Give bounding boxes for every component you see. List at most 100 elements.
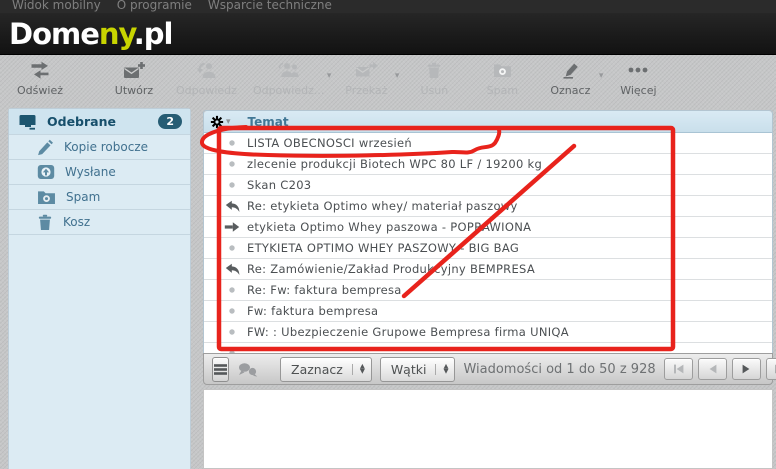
list-toolbar: Zaznacz ▲ ▼ Wątki ▲ ▼ Wiadomości od 1 do 5… [203,353,776,385]
replied-icon [224,263,240,276]
logo-part-1: Dome [9,17,100,51]
forward-button[interactable]: ▾ Przekaż [332,55,400,97]
select-zaznacz[interactable]: Zaznacz ▲ ▼ [280,356,372,382]
message-subject: Re: Zamówienie/Zakład Produkcyjny BEMPRE… [247,262,536,276]
trash-icon [426,59,442,81]
unread-dot-icon [224,243,240,253]
folder-label: Kosz [63,215,91,229]
message-row[interactable]: LISTA OBECNOSCI wrzesień [204,133,772,154]
gear-icon [210,115,224,129]
reply-all-icon [278,59,300,81]
folder-inbox[interactable]: Odebrane 2 [9,109,190,135]
link-wsparcie-techniczne[interactable]: Wsparcie techniczne [208,0,332,12]
inbox-icon [18,114,37,130]
more-dots-icon [627,59,649,81]
reply-person-icon [196,59,216,81]
unread-dot-icon [224,327,240,337]
message-row[interactable]: ETYKIETA OPTIMO WHEY PASZOWY - BIG BAG [204,238,772,259]
updown-arrows-icon: ▲ ▼ [435,363,448,375]
pagination [663,358,776,380]
refresh-button[interactable]: ▾ Odśwież [6,55,74,97]
link-o-programie[interactable]: O programie [117,0,192,12]
preview-pane [203,389,773,469]
select-watki[interactable]: Wątki ▲ ▼ [379,356,456,382]
sent-icon [37,164,55,180]
folder-spam[interactable]: Spam [9,185,190,210]
message-subject: LISTA OBECNOSCI wrzesień [247,136,413,150]
link-widok-mobilny[interactable]: Widok mobilny [12,0,101,12]
reply-button[interactable]: ▾ Odpowiedz [168,55,245,97]
unread-dot-icon [224,306,240,316]
select-label: Wątki [390,361,427,377]
marker-icon [561,59,580,81]
column-header-subject[interactable]: Temat [248,115,289,129]
updown-arrows-icon: ▲ ▼ [351,363,365,375]
spam-folder-icon [37,189,56,205]
message-list-header: ▾ Temat [204,111,772,133]
message-subject: zlecenie produkcji Biotech WPC 80 LF / 1… [247,157,543,171]
message-subject: Re: Fw: faktura bempresa [247,283,402,297]
message-row[interactable]: etykieta Optimo Whey paszowa - POPRAWION… [204,217,772,238]
delete-button[interactable]: ▾ Usuń [400,55,468,97]
spam-folder-icon [493,59,512,81]
domeny-pl-logo[interactable]: Domeny.pl [9,16,173,52]
select-group: Zaznacz ▲ ▼ Wątki ▲ ▼ [272,356,456,382]
message-count-status: Wiadomości od 1 do 50 z 928 [463,361,656,377]
toolbar-button-label: Spam [486,84,519,97]
message-subject: ETYKIETA OPTIMO WHEY PASZOWY - BIG BAG [247,241,520,255]
folder-drafts[interactable]: Kopie robocze [9,135,190,160]
compose-icon [123,59,146,81]
unread-badge: 2 [158,114,182,129]
message-row[interactable]: Skan C203 [204,175,772,196]
toolbar-button-label: Więcej [620,84,657,97]
message-rows: LISTA OBECNOSCI wrzesień zlecenie produk… [204,133,772,354]
mark-button[interactable]: ▾ Oznacz [536,55,604,97]
toolbar-button-label: Odśwież [17,84,63,97]
message-subject: etykieta Optimo Whey paszowa - POPRAWION… [247,220,532,234]
message-row[interactable]: zlecenie produkcji Biotech WPC 80 LF / 1… [204,154,772,175]
message-subject: Re: etykieta Optimo whey/ materiał paszo… [247,199,518,213]
page-first-button[interactable] [663,358,693,380]
chevron-down-icon: ▾ [326,71,332,81]
folder-trash[interactable]: Kosz [9,210,190,235]
threads-icon [237,362,258,377]
logo-bar: Domeny.pl [0,13,776,55]
reply-all-button[interactable]: ▾ Odpowiedz... [245,55,332,97]
threads-toggle[interactable] [237,362,258,377]
compose-button[interactable]: ▾ Utwórz [100,55,168,97]
folder-label: Spam [66,190,101,204]
forwarded-icon [224,221,240,233]
folder-sent[interactable]: Wysłane [9,160,190,185]
toolbar-button-label: Usuń [420,84,449,97]
message-row[interactable]: Re: etykieta Optimo whey/ materiał paszo… [204,196,772,217]
list-view-button[interactable] [212,356,229,382]
unread-dot-icon [224,180,240,190]
spam-button[interactable]: ▾ Spam [468,55,536,97]
message-subject: Skan C203 [247,178,312,192]
folder-label: Odebrane [47,114,116,129]
forward-mail-icon [355,59,378,81]
message-row[interactable]: FW: : Ubezpieczenie Grupowe Bempresa fir… [204,322,772,343]
refresh-icon [29,59,51,81]
replied-icon [224,200,240,213]
more-button[interactable]: ▾ Więcej [604,55,672,97]
topbar: Widok mobilny O programie Wsparcie techn… [0,0,776,13]
message-row[interactable]: Fw: faktura bempresa [204,301,772,322]
message-row[interactable]: Re: Fw: faktura bempresa [204,280,772,301]
page-prev-button[interactable] [697,358,727,380]
list-options-button[interactable]: ▾ [210,115,231,129]
unread-dot-icon [224,138,240,148]
page-last-button[interactable] [765,358,776,380]
page-next-button[interactable] [731,358,761,380]
logo-part-2: ny [98,17,135,51]
pencil-icon [37,139,54,156]
unread-dot-icon [224,285,240,295]
toolbar-button-label: Odpowiedz [176,84,237,97]
toolbar-button-label: Utwórz [114,84,154,97]
toolbar-button-label: Odpowiedz... [252,84,325,97]
message-row[interactable]: Re: Zamówienie/Zakład Produkcyjny BEMPRE… [204,259,772,280]
message-list: ▾ Temat LISTA OBECNOSCI wrzesień zleceni… [203,110,773,354]
folder-label: Wysłane [65,165,116,179]
toolbar-button-label: Oznacz [550,84,591,97]
message-subject: FW: : Ubezpieczenie Grupowe Bempresa fir… [247,325,569,339]
